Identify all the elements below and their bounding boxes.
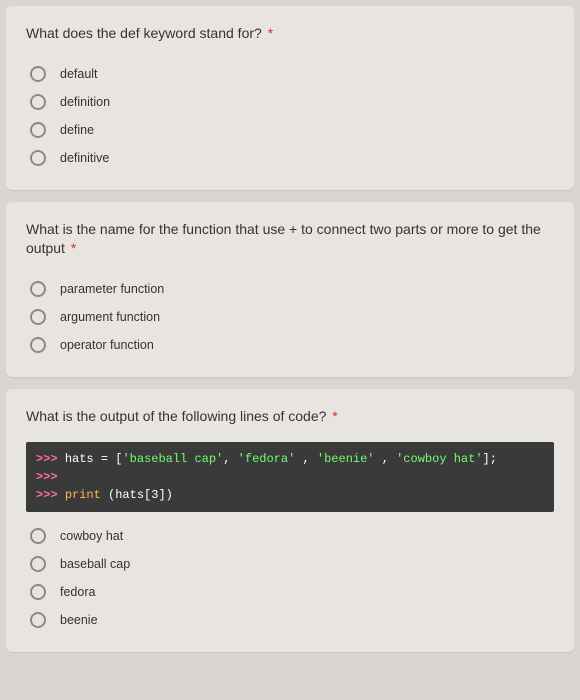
code-comma: ,: [223, 452, 237, 466]
option-label: argument function: [60, 310, 160, 324]
option-label: beenie: [60, 613, 98, 627]
option-label: default: [60, 67, 98, 81]
code-comma: ,: [295, 452, 317, 466]
option-1-2[interactable]: define: [30, 116, 554, 144]
question-card-2: What is the name for the function that u…: [6, 202, 574, 377]
code-comma: ,: [375, 452, 397, 466]
option-3-2[interactable]: fedora: [30, 578, 554, 606]
radio-icon: [30, 612, 46, 628]
radio-icon: [30, 528, 46, 544]
code-kw: print: [65, 488, 101, 502]
question-text-2: What is the name for the function that u…: [26, 220, 554, 259]
code-str: 'cowboy hat': [396, 452, 482, 466]
code-eq: =: [101, 452, 115, 466]
radio-icon: [30, 281, 46, 297]
question-3-label: What is the output of the following line…: [26, 408, 326, 424]
radio-icon: [30, 66, 46, 82]
required-marker: *: [71, 240, 76, 256]
code-block: >>> hats = ['baseball cap', 'fedora' , '…: [26, 442, 554, 512]
radio-icon: [30, 309, 46, 325]
radio-icon: [30, 337, 46, 353]
option-2-0[interactable]: parameter function: [30, 275, 554, 303]
code-close: ];: [483, 452, 497, 466]
radio-icon: [30, 94, 46, 110]
option-label: operator function: [60, 338, 154, 352]
radio-icon: [30, 556, 46, 572]
required-marker: *: [332, 408, 337, 424]
option-label: definition: [60, 95, 110, 109]
option-label: cowboy hat: [60, 529, 123, 543]
option-label: define: [60, 123, 94, 137]
question-card-3: What is the output of the following line…: [6, 389, 574, 653]
code-rest: (hats[3]): [101, 488, 173, 502]
option-label: definitive: [60, 151, 109, 165]
option-label: parameter function: [60, 282, 164, 296]
question-1-label: What does the def keyword stand for?: [26, 25, 262, 41]
question-text-1: What does the def keyword stand for? *: [26, 24, 554, 44]
option-1-3[interactable]: definitive: [30, 144, 554, 172]
code-prompt: >>>: [36, 488, 65, 502]
code-prompt: >>>: [36, 452, 65, 466]
question-card-1: What does the def keyword stand for? * d…: [6, 6, 574, 190]
option-label: baseball cap: [60, 557, 130, 571]
option-2-2[interactable]: operator function: [30, 331, 554, 359]
code-var: hats: [65, 452, 101, 466]
question-2-label: What is the name for the function that u…: [26, 221, 541, 257]
option-1-1[interactable]: definition: [30, 88, 554, 116]
code-str: 'beenie': [317, 452, 375, 466]
option-3-1[interactable]: baseball cap: [30, 550, 554, 578]
code-prompt: >>>: [36, 470, 58, 484]
question-text-3: What is the output of the following line…: [26, 407, 554, 427]
radio-icon: [30, 150, 46, 166]
option-2-1[interactable]: argument function: [30, 303, 554, 331]
code-str: 'baseball cap': [122, 452, 223, 466]
option-3-3[interactable]: beenie: [30, 606, 554, 634]
code-str: 'fedora': [238, 452, 296, 466]
radio-icon: [30, 122, 46, 138]
option-3-0[interactable]: cowboy hat: [30, 522, 554, 550]
radio-icon: [30, 584, 46, 600]
option-1-0[interactable]: default: [30, 60, 554, 88]
option-label: fedora: [60, 585, 95, 599]
required-marker: *: [268, 25, 273, 41]
